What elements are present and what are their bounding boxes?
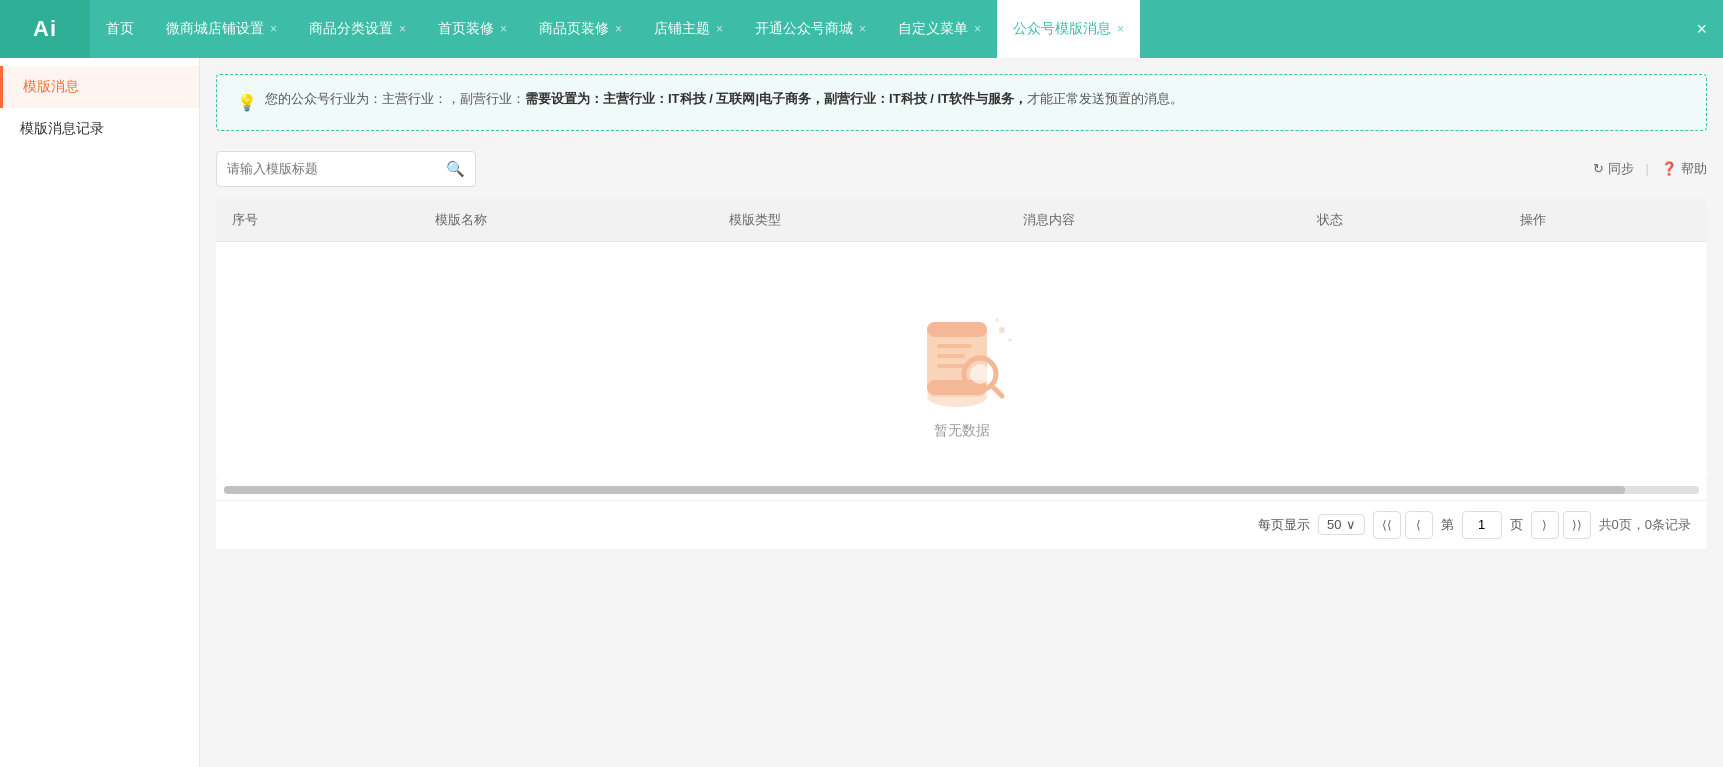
scrollbar-track[interactable] [224, 486, 1699, 494]
page-size-label: 每页显示 [1258, 516, 1310, 534]
sidebar-item-template-message[interactable]: 模版消息 [0, 66, 199, 108]
nav-tab-product-decor[interactable]: 商品页装修 × [523, 0, 638, 58]
nav-tab-label: 微商城店铺设置 [166, 20, 264, 38]
svg-rect-5 [937, 354, 965, 358]
total-label: 共0页，0条记录 [1599, 516, 1691, 534]
nav-tab-label: 商品分类设置 [309, 20, 393, 38]
search-icon[interactable]: 🔍 [446, 160, 465, 178]
svg-rect-2 [927, 322, 987, 337]
svg-line-9 [991, 385, 1002, 396]
app-logo: Ai [0, 0, 90, 58]
divider: | [1646, 161, 1649, 176]
pagination: 每页显示 50 ∨ ⟨⟨ ⟨ 第 页 ⟩ ⟩⟩ 共0页，0条记录 [216, 500, 1707, 549]
svg-point-10 [999, 327, 1005, 333]
page-size-value: 50 [1327, 517, 1341, 532]
nav-tab-close-open-mall[interactable]: × [859, 23, 866, 35]
th-type: 模版类型 [713, 199, 1007, 242]
page-size-select[interactable]: 50 ∨ [1318, 514, 1364, 535]
next-page-button[interactable]: ⟩ [1531, 511, 1559, 539]
nav-tab-shop-theme[interactable]: 店铺主题 × [638, 0, 739, 58]
nav-tab-close-product-category[interactable]: × [399, 23, 406, 35]
help-icon: ❓ [1661, 161, 1677, 176]
nav-tab-product-category[interactable]: 商品分类设置 × [293, 0, 422, 58]
nav-tab-close-product-decor[interactable]: × [615, 23, 622, 35]
scrollbar-thumb[interactable] [224, 486, 1625, 494]
sidebar-item-template-message-record[interactable]: 模版消息记录 [0, 108, 199, 150]
help-button[interactable]: ❓ 帮助 [1661, 160, 1707, 178]
nav-tab-label: 首页装修 [438, 20, 494, 38]
page-word: 第 [1441, 516, 1454, 534]
notice-icon: 💡 [237, 90, 257, 116]
svg-point-12 [995, 318, 999, 322]
search-input-wrap[interactable]: 🔍 [216, 151, 476, 187]
empty-text: 暂无数据 [934, 422, 990, 440]
nav-tab-open-mall[interactable]: 开通公众号商城 × [739, 0, 882, 58]
nav-tab-close-home-decor[interactable]: × [500, 23, 507, 35]
nav-tab-label: 商品页装修 [539, 20, 609, 38]
chevron-down-icon: ∨ [1346, 517, 1356, 532]
data-table: 序号模版名称模版类型消息内容状态操作 [216, 199, 1707, 480]
close-all-button[interactable]: × [1680, 0, 1723, 58]
nav-tab-label: 自定义菜单 [898, 20, 968, 38]
table-wrapper: 序号模版名称模版类型消息内容状态操作 [216, 199, 1707, 549]
notice-box: 💡 您的公众号行业为：主营行业：，副营行业：需要设置为：主营行业：IT科技 / … [216, 74, 1707, 131]
prev-page-button[interactable]: ⟨ [1405, 511, 1433, 539]
nav-tab-close-shop-theme[interactable]: × [716, 23, 723, 35]
empty-illustration [902, 302, 1022, 422]
main-layout: 模版消息模版消息记录 💡 您的公众号行业为：主营行业：，副营行业：需要设置为：主… [0, 58, 1723, 767]
nav-tab-weshop-settings[interactable]: 微商城店铺设置 × [150, 0, 293, 58]
page-navigation: ⟨⟨ ⟨ 第 页 ⟩ ⟩⟩ [1373, 511, 1591, 539]
nav-tab-home-decor[interactable]: 首页装修 × [422, 0, 523, 58]
svg-point-11 [1008, 338, 1012, 342]
page-unit: 页 [1510, 516, 1523, 534]
notice-text: 您的公众号行业为：主营行业：，副营行业：需要设置为：主营行业：IT科技 / 互联… [265, 89, 1183, 110]
nav-tab-template-msg[interactable]: 公众号模版消息 × [997, 0, 1140, 58]
svg-point-8 [970, 364, 990, 384]
th-seq: 序号 [216, 199, 419, 242]
help-label: 帮助 [1681, 160, 1707, 178]
sync-label: 同步 [1608, 160, 1634, 178]
nav-tab-home[interactable]: 首页 [90, 0, 150, 58]
sidebar: 模版消息模版消息记录 [0, 58, 200, 767]
nav-tabs-container: 首页微商城店铺设置×商品分类设置×首页装修×商品页装修×店铺主题×开通公众号商城… [90, 0, 1680, 58]
table-header-row: 序号模版名称模版类型消息内容状态操作 [216, 199, 1707, 242]
first-page-button[interactable]: ⟨⟨ [1373, 511, 1401, 539]
sync-icon: ↻ [1593, 161, 1604, 176]
empty-row: 暂无数据 [216, 241, 1707, 480]
nav-tab-label: 首页 [106, 20, 134, 38]
th-name: 模版名称 [419, 199, 713, 242]
last-page-button[interactable]: ⟩⟩ [1563, 511, 1591, 539]
nav-tab-label: 开通公众号商城 [755, 20, 853, 38]
nav-tab-close-custom-menu[interactable]: × [974, 23, 981, 35]
toolbar-right: ↻ 同步 | ❓ 帮助 [1593, 160, 1707, 178]
search-input[interactable] [227, 161, 446, 176]
sync-button[interactable]: ↻ 同步 [1593, 160, 1634, 178]
th-action: 操作 [1504, 199, 1707, 242]
search-bar: 🔍 ↻ 同步 | ❓ 帮助 [216, 151, 1707, 187]
th-status: 状态 [1301, 199, 1504, 242]
page-number-input[interactable] [1462, 511, 1502, 539]
table-header: 序号模版名称模版类型消息内容状态操作 [216, 199, 1707, 242]
svg-rect-4 [937, 344, 972, 348]
nav-tab-close-weshop-settings[interactable]: × [270, 23, 277, 35]
top-navigation: Ai 首页微商城店铺设置×商品分类设置×首页装修×商品页装修×店铺主题×开通公众… [0, 0, 1723, 58]
table-body: 暂无数据 [216, 241, 1707, 480]
horizontal-scrollbar[interactable] [216, 480, 1707, 500]
nav-tab-close-template-msg[interactable]: × [1117, 23, 1124, 35]
nav-tab-custom-menu[interactable]: 自定义菜单 × [882, 0, 997, 58]
th-content: 消息内容 [1007, 199, 1301, 242]
nav-tab-label: 公众号模版消息 [1013, 20, 1111, 38]
content-area: 💡 您的公众号行业为：主营行业：，副营行业：需要设置为：主营行业：IT科技 / … [200, 58, 1723, 767]
nav-tab-label: 店铺主题 [654, 20, 710, 38]
empty-state: 暂无数据 [216, 242, 1707, 480]
